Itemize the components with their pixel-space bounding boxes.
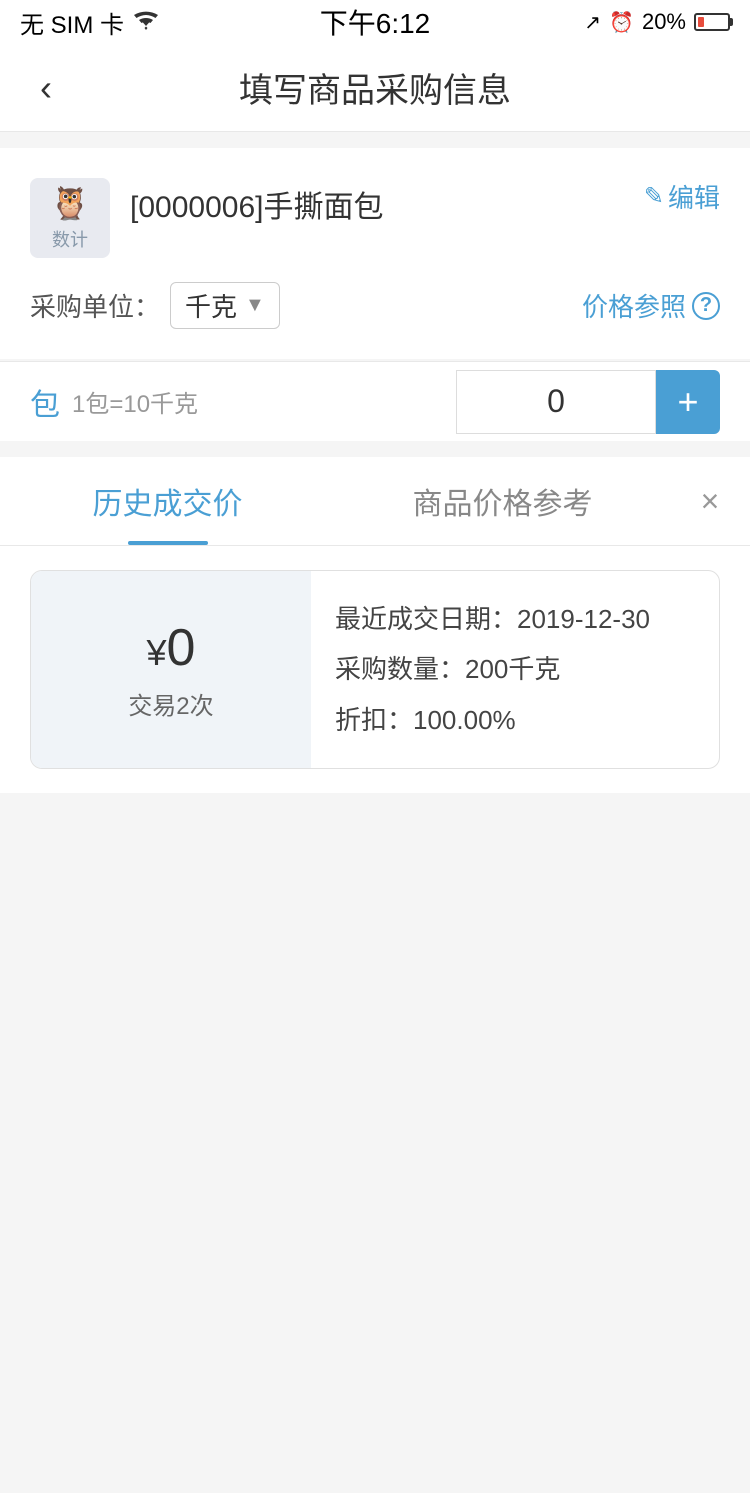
edit-button[interactable]: ✎ 编辑 bbox=[644, 178, 720, 215]
back-button[interactable]: ‹ bbox=[30, 60, 62, 116]
carrier-text: 无 SIM 卡 bbox=[20, 5, 124, 40]
product-header: 🦉 数计 [0000006]手撕面包 ✎ 编辑 bbox=[30, 178, 720, 258]
discount-value: 100.00% bbox=[413, 705, 516, 735]
tab-price-reference[interactable]: 商品价格参考 bbox=[335, 457, 670, 545]
price-reference-button[interactable]: 价格参照 ? bbox=[582, 287, 720, 324]
wifi-icon bbox=[132, 8, 160, 37]
plus-icon: + bbox=[677, 381, 698, 423]
status-bar-right: ↗ ⏰ 20% bbox=[584, 9, 730, 35]
recent-date-label: 最近成交日期： bbox=[335, 604, 517, 634]
product-unit-row: 采购单位： 千克 ▼ 价格参照 ? bbox=[30, 282, 720, 329]
quantity-plus-button[interactable]: + bbox=[656, 370, 720, 434]
bottom-area bbox=[0, 793, 750, 1493]
history-content: ¥0 交易2次 最近成交日期：2019-12-30 采购数量：200千克 折扣：… bbox=[0, 546, 750, 793]
tabs-header: 历史成交价 商品价格参考 × bbox=[0, 457, 750, 546]
product-id-name: [0000006]手撕面包 bbox=[130, 178, 383, 226]
status-bar-time: 下午6:12 bbox=[320, 2, 431, 42]
page-title: 填写商品采购信息 bbox=[239, 63, 511, 112]
history-card-right: 最近成交日期：2019-12-30 采购数量：200千克 折扣：100.00% bbox=[311, 571, 719, 768]
battery-indicator bbox=[694, 13, 730, 31]
product-image: 🦉 数计 bbox=[30, 178, 110, 258]
price-symbol: ¥ bbox=[147, 632, 167, 673]
unit-value: 千克 bbox=[185, 287, 237, 324]
price-ref-label: 价格参照 bbox=[582, 287, 686, 324]
product-section: 🦉 数计 [0000006]手撕面包 ✎ 编辑 采购单位： 千克 ▼ 价格参照 … bbox=[0, 148, 750, 359]
alarm-icon: ⏰ bbox=[609, 10, 634, 35]
quantity-label: 采购数量： bbox=[335, 654, 465, 684]
status-bar: 无 SIM 卡 下午6:12 ↗ ⏰ 20% bbox=[0, 0, 750, 44]
quantity-input[interactable]: 0 bbox=[456, 370, 656, 434]
quantity-conversion: 1包=10千克 bbox=[72, 384, 198, 419]
quantity-detail-value: 200千克 bbox=[465, 654, 560, 684]
recent-date-value: 2019-12-30 bbox=[517, 604, 650, 634]
location-icon: ↗ bbox=[584, 10, 601, 35]
history-price: ¥0 bbox=[147, 618, 196, 678]
tab-history-label: 历史成交价 bbox=[93, 479, 243, 523]
recent-date-row: 最近成交日期：2019-12-30 bbox=[335, 601, 695, 637]
history-card: ¥0 交易2次 最近成交日期：2019-12-30 采购数量：200千克 折扣：… bbox=[30, 570, 720, 769]
product-info: 🦉 数计 [0000006]手撕面包 bbox=[30, 178, 383, 258]
edit-label: 编辑 bbox=[668, 178, 720, 215]
purchase-quantity-row: 采购数量：200千克 bbox=[335, 651, 695, 687]
edit-icon: ✎ bbox=[644, 182, 664, 211]
unit-label: 采购单位： bbox=[30, 287, 160, 324]
discount-row: 折扣：100.00% bbox=[335, 702, 695, 738]
quantity-row: 包 1包=10千克 0 + bbox=[0, 361, 750, 441]
tab-history-price[interactable]: 历史成交价 bbox=[0, 457, 335, 545]
close-icon: × bbox=[701, 483, 720, 520]
tabs-close-button[interactable]: × bbox=[670, 457, 750, 545]
history-trades: 交易2次 bbox=[128, 686, 213, 721]
quantity-unit-badge: 包 bbox=[30, 380, 60, 424]
status-bar-left: 无 SIM 卡 bbox=[20, 5, 160, 40]
back-icon: ‹ bbox=[40, 67, 52, 108]
price-value: 0 bbox=[167, 619, 196, 677]
discount-label: 折扣： bbox=[335, 705, 413, 735]
unit-selector[interactable]: 千克 ▼ bbox=[170, 282, 280, 329]
nav-header: ‹ 填写商品采购信息 bbox=[0, 44, 750, 132]
product-logo-icon: 🦉 bbox=[50, 184, 90, 222]
tabs-section: 历史成交价 商品价格参考 × ¥0 交易2次 最近成交日期：2019-12-30… bbox=[0, 457, 750, 793]
unit-dropdown-icon: ▼ bbox=[245, 294, 265, 317]
battery-percent: 20% bbox=[642, 9, 686, 35]
price-ref-help-icon: ? bbox=[692, 292, 720, 320]
quantity-unit-info: 包 1包=10千克 bbox=[30, 380, 198, 424]
history-card-left: ¥0 交易2次 bbox=[31, 571, 311, 768]
product-logo-text: 数计 bbox=[52, 226, 88, 252]
quantity-input-group: 0 + bbox=[456, 370, 720, 434]
tab-price-ref-label: 商品价格参考 bbox=[413, 479, 593, 523]
